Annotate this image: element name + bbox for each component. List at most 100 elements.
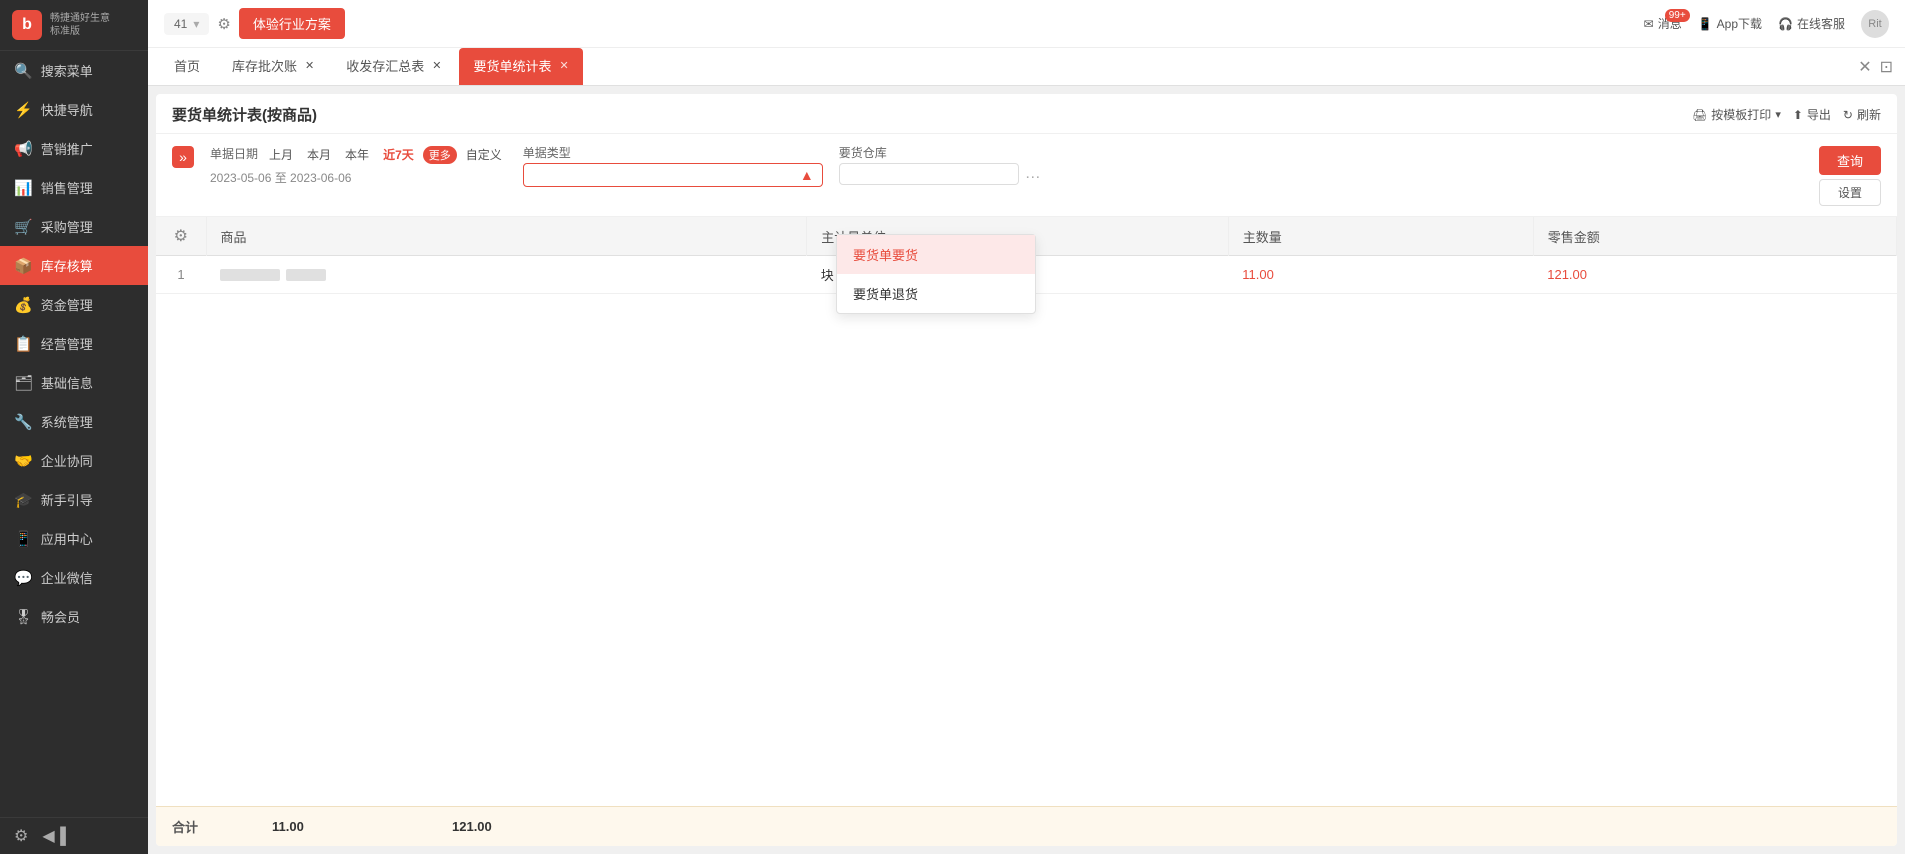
filter-expand-btn[interactable]: » — [172, 146, 194, 168]
dropdown-item-requisition-order[interactable]: 要货单要货 — [837, 235, 1035, 274]
logo-icon: b — [12, 10, 42, 40]
filter-date-group: 单据日期 上月 本月 本年 近7天 更多 自定义 2023-05-06 至 20… — [210, 144, 507, 186]
topbar-left: 41 ▾ ⚙ 体验行业方案 — [164, 8, 1632, 39]
cell-amount-0: 121.00 — [1533, 256, 1896, 294]
filter-date-row: 单据日期 上月 本月 本年 近7天 更多 自定义 — [210, 144, 507, 165]
guide-icon: 🎓 — [14, 491, 33, 509]
enterprise-collab-icon: 🤝 — [14, 452, 33, 470]
refresh-btn[interactable]: ↻ 刷新 — [1843, 106, 1881, 123]
sidebar-item-enterprise-collab[interactable]: 🤝企业协同 — [0, 441, 148, 480]
sidebar-label-purchase: 采购管理 — [41, 217, 93, 236]
tab-close-requisition-summary[interactable]: ✕ — [560, 59, 569, 72]
tab-expand[interactable]: ⊡ — [1880, 57, 1893, 77]
sidebar-label-guide: 新手引导 — [41, 490, 93, 509]
sidebar-label-search: 搜索菜单 — [41, 61, 93, 80]
footer-amount: 121.00 — [452, 819, 492, 834]
filter-date-label: 单据日期 — [210, 145, 258, 162]
sidebar-item-sales[interactable]: 📊 销售管理 — [0, 168, 148, 207]
sidebar-item-operations[interactable]: 📋 经营管理 — [0, 324, 148, 363]
print-btn[interactable]: 🖨 按模板打印 ▾ — [1692, 106, 1781, 123]
filter-date-options: 上月 本月 本年 近7天 更多 自定义 — [264, 144, 507, 165]
export-icon: ⬆ — [1793, 108, 1803, 122]
filter-type-input-wrap: ▲ — [523, 163, 823, 187]
tab-close-shipment-summary[interactable]: ✕ — [432, 59, 441, 72]
dropdown-item-requisition-return[interactable]: 要货单退货 — [837, 274, 1035, 313]
type-chevron-up-icon[interactable]: ▲ — [800, 167, 814, 183]
date-opt-this-month[interactable]: 本月 — [302, 144, 336, 165]
marketing-icon: 📢 — [14, 140, 33, 158]
tab-label-shipment-summary: 收发存汇总表 — [346, 56, 424, 75]
date-opt-this-year[interactable]: 本年 — [340, 144, 374, 165]
tabs-right: ✕ ⊡ — [1858, 57, 1893, 77]
date-opt-7days[interactable]: 近7天 — [378, 144, 419, 165]
sales-icon: 📊 — [14, 179, 33, 197]
tab-shipment-summary[interactable]: 收发存汇总表 ✕ — [332, 48, 455, 85]
sidebar-item-system[interactable]: 🔧系统管理 — [0, 402, 148, 441]
tab-inventory-batch[interactable]: 库存批次账 ✕ — [218, 48, 328, 85]
sidebar-item-membership[interactable]: 🎖 畅会员 — [0, 597, 148, 636]
sidebar-item-finance[interactable]: 💰资金管理 — [0, 285, 148, 324]
table-footer: 合计 11.00 121.00 — [156, 806, 1897, 846]
system-icon: 🔧 — [14, 413, 33, 431]
sidebar-label-finance: 资金管理 — [41, 295, 93, 314]
tab-label-requisition-summary: 要货单统计表 — [473, 56, 551, 75]
page-header-actions: 🖨 按模板打印 ▾ ⬆ 导出 ↻ 刷新 — [1692, 106, 1881, 123]
query-btn[interactable]: 查询 — [1819, 146, 1881, 175]
operations-icon: 📋 — [14, 335, 33, 353]
sidebar-label-operations: 经营管理 — [41, 334, 93, 353]
date-opt-custom[interactable]: 自定义 — [461, 144, 507, 165]
filter-bar: » 单据日期 上月 本月 本年 近7天 更多 自定义 2023-05-06 至 … — [156, 134, 1897, 217]
cell-product-0 — [206, 256, 807, 294]
filter-settings-btn[interactable]: 设置 — [1819, 179, 1881, 206]
tab-requisition-summary[interactable]: 要货单统计表 ✕ — [459, 48, 582, 85]
sidebar-item-guide[interactable]: 🎓 新手引导 — [0, 480, 148, 519]
col-settings[interactable]: ⚙ — [156, 217, 206, 256]
filter-date-range: 2023-05-06 至 2023-06-06 — [210, 169, 507, 186]
tab-label-inventory-batch: 库存批次账 — [232, 56, 297, 75]
print-icon: 🖨 — [1692, 108, 1707, 122]
sidebar-item-basic-info[interactable]: 🗂基础信息 — [0, 363, 148, 402]
date-opt-prev-month[interactable]: 上月 — [264, 144, 298, 165]
search-icon: 🔍 — [14, 62, 33, 80]
table-settings-icon[interactable]: ⚙ — [174, 228, 188, 245]
topbar: 41 ▾ ⚙ 体验行业方案 ✉ 消息 99+ 📱 App下载 🎧 在线客服 Ri… — [148, 0, 1905, 48]
sidebar-item-search[interactable]: 🔍 搜索菜单 — [0, 51, 148, 90]
topbar-gear-icon[interactable]: ⚙ — [217, 15, 230, 33]
sidebar-label-membership: 畅会员 — [41, 607, 80, 626]
sidebar-item-quick-nav[interactable]: ⚡快捷导航 — [0, 90, 148, 129]
sidebar-label-sales: 销售管理 — [41, 178, 93, 197]
online-service-btn[interactable]: 🎧 在线客服 — [1778, 15, 1845, 32]
membership-icon: 🎖 — [14, 608, 33, 626]
filter-type-label: 单据类型 — [523, 144, 823, 161]
sidebar-item-inventory[interactable]: 📦库存核算 — [0, 246, 148, 285]
message-btn[interactable]: ✉ 消息 99+ — [1644, 15, 1682, 32]
collapse-icon[interactable]: ◀▐ — [42, 826, 66, 846]
sidebar-item-app-center[interactable]: 📱应用中心 — [0, 519, 148, 558]
warehouse-more-icon[interactable]: … — [1025, 165, 1041, 183]
filter-type-input[interactable] — [532, 168, 800, 182]
filter-actions: 查询 设置 — [1819, 146, 1881, 206]
sidebar-item-enterprise-wechat[interactable]: 💬企业微信 — [0, 558, 148, 597]
tab-close-inventory-batch[interactable]: ✕ — [305, 59, 314, 72]
date-tag-more[interactable]: 更多 — [423, 146, 457, 164]
cell-index-0: 1 — [156, 256, 206, 294]
trial-btn[interactable]: 体验行业方案 — [239, 8, 345, 39]
sidebar-item-marketing[interactable]: 📢 营销推广 — [0, 129, 148, 168]
sidebar-item-purchase[interactable]: 🛒采购管理 — [0, 207, 148, 246]
settings-icon[interactable]: ⚙ — [14, 826, 28, 846]
sidebar-nav: 🔍 搜索菜单 ⚡快捷导航 📢 营销推广 📊 销售管理 🛒采购管理📦库存核算💰资金管理 📋 经营管理… — [0, 51, 148, 817]
footer-quantity: 11.00 — [272, 819, 392, 834]
app-download-btn[interactable]: 📱 App下载 — [1698, 15, 1762, 32]
logo-text: 畅捷通好生意 标准版 — [50, 12, 110, 38]
tab-home[interactable]: 首页 — [160, 48, 214, 85]
tab-close-all[interactable]: ✕ — [1858, 57, 1871, 77]
user-avatar[interactable]: Rit — [1861, 10, 1889, 38]
tab-label-home: 首页 — [174, 56, 200, 75]
message-icon: ✉ — [1644, 17, 1654, 31]
sidebar-label-marketing: 营销推广 — [41, 139, 93, 158]
export-btn[interactable]: ⬆ 导出 — [1793, 106, 1831, 123]
filter-warehouse-input[interactable] — [839, 163, 1019, 185]
cell-quantity-0: 11.00 — [1228, 256, 1533, 294]
basic-info-icon: 🗂 — [14, 374, 33, 392]
sidebar-label-inventory: 库存核算 — [41, 256, 93, 275]
